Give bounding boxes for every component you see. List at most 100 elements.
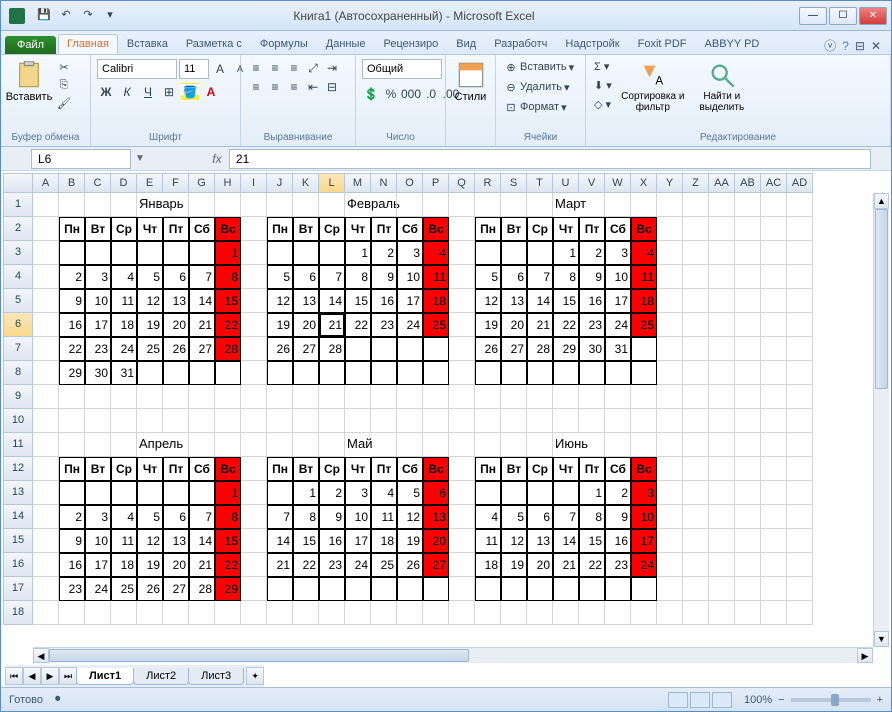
cell[interactable]: 16: [579, 289, 605, 313]
cell[interactable]: [59, 241, 85, 265]
cell[interactable]: [761, 337, 787, 361]
cell[interactable]: 10: [85, 529, 111, 553]
cell[interactable]: [449, 313, 475, 337]
cell[interactable]: [267, 385, 293, 409]
cell[interactable]: [293, 433, 319, 457]
cell[interactable]: 4: [423, 241, 449, 265]
cell[interactable]: 14: [553, 529, 579, 553]
find-select-button[interactable]: Найти и выделить: [692, 59, 752, 115]
row-header-17[interactable]: 17: [3, 577, 33, 601]
cell[interactable]: [761, 385, 787, 409]
cell[interactable]: [527, 193, 553, 217]
cell[interactable]: 7: [189, 505, 215, 529]
hscroll-thumb[interactable]: [49, 649, 469, 662]
sheet-nav-next-icon[interactable]: ▶: [41, 667, 59, 685]
format-painter-icon[interactable]: 🖌: [55, 95, 73, 111]
scroll-down-icon[interactable]: ▼: [874, 631, 889, 647]
cell[interactable]: [735, 409, 761, 433]
row-header-10[interactable]: 10: [3, 409, 33, 433]
tab-addins[interactable]: Надстройк: [556, 34, 628, 54]
maximize-button[interactable]: ☐: [829, 7, 857, 25]
cell[interactable]: [397, 577, 423, 601]
cell[interactable]: 23: [605, 553, 631, 577]
cell[interactable]: [449, 409, 475, 433]
cell[interactable]: Ср: [111, 457, 137, 481]
cell[interactable]: 24: [631, 553, 657, 577]
cell[interactable]: Пт: [371, 457, 397, 481]
cell[interactable]: 22: [345, 313, 371, 337]
cell[interactable]: 3: [345, 481, 371, 505]
cell[interactable]: [449, 505, 475, 529]
cell[interactable]: Вт: [501, 457, 527, 481]
cell[interactable]: [371, 361, 397, 385]
cell[interactable]: 3: [605, 241, 631, 265]
cell[interactable]: [735, 337, 761, 361]
fx-button[interactable]: fx: [205, 152, 229, 166]
cell[interactable]: [631, 577, 657, 601]
qat-more-icon[interactable]: ▾: [101, 5, 119, 23]
cell[interactable]: [475, 409, 501, 433]
cell[interactable]: [709, 553, 735, 577]
cell[interactable]: [501, 361, 527, 385]
col-header-D[interactable]: D: [111, 173, 137, 193]
cell[interactable]: [59, 481, 85, 505]
cell[interactable]: [449, 529, 475, 553]
tab-layout[interactable]: Разметка с: [177, 34, 251, 54]
help-icon[interactable]: ?: [842, 39, 849, 53]
cell[interactable]: [293, 193, 319, 217]
cell[interactable]: [683, 385, 709, 409]
cell[interactable]: [267, 577, 293, 601]
cell[interactable]: [657, 433, 683, 457]
cell[interactable]: [345, 337, 371, 361]
cell[interactable]: 23: [319, 553, 345, 577]
cell[interactable]: [683, 529, 709, 553]
cell[interactable]: 7: [319, 265, 345, 289]
cell[interactable]: [735, 457, 761, 481]
cell[interactable]: [267, 241, 293, 265]
cell[interactable]: [709, 433, 735, 457]
cell[interactable]: Пн: [267, 457, 293, 481]
cell[interactable]: 2: [59, 505, 85, 529]
cell[interactable]: [787, 337, 813, 361]
cell[interactable]: 2: [605, 481, 631, 505]
cell[interactable]: [657, 601, 683, 625]
cell[interactable]: [85, 481, 111, 505]
col-header-AA[interactable]: AA: [709, 173, 735, 193]
cell[interactable]: 9: [579, 265, 605, 289]
cell[interactable]: Вт: [85, 457, 111, 481]
cell[interactable]: [683, 601, 709, 625]
cell[interactable]: 16: [605, 529, 631, 553]
cell[interactable]: 26: [137, 577, 163, 601]
cell[interactable]: [33, 505, 59, 529]
cell[interactable]: 23: [85, 337, 111, 361]
cell[interactable]: [709, 409, 735, 433]
cell[interactable]: [657, 265, 683, 289]
cell[interactable]: 23: [371, 313, 397, 337]
col-header-H[interactable]: H: [215, 173, 241, 193]
decrease-indent-icon[interactable]: ⇤: [304, 78, 322, 96]
scroll-up-icon[interactable]: ▲: [874, 193, 889, 209]
cell[interactable]: [787, 553, 813, 577]
cell[interactable]: [215, 409, 241, 433]
cell[interactable]: [371, 337, 397, 361]
cell[interactable]: 15: [215, 289, 241, 313]
cell[interactable]: 25: [371, 553, 397, 577]
cell[interactable]: [241, 601, 267, 625]
row-header-18[interactable]: 18: [3, 601, 33, 625]
cell[interactable]: [33, 361, 59, 385]
cell[interactable]: [527, 433, 553, 457]
cell[interactable]: [761, 289, 787, 313]
cell[interactable]: [449, 217, 475, 241]
cell[interactable]: [111, 481, 137, 505]
cell[interactable]: [33, 553, 59, 577]
cell[interactable]: Март: [553, 193, 579, 217]
cell[interactable]: 10: [397, 265, 423, 289]
cell[interactable]: 22: [215, 553, 241, 577]
cell[interactable]: 24: [397, 313, 423, 337]
cell[interactable]: [683, 289, 709, 313]
cell[interactable]: [605, 361, 631, 385]
cell[interactable]: 4: [475, 505, 501, 529]
cell[interactable]: [761, 361, 787, 385]
cell[interactable]: [397, 409, 423, 433]
col-header-F[interactable]: F: [163, 173, 189, 193]
